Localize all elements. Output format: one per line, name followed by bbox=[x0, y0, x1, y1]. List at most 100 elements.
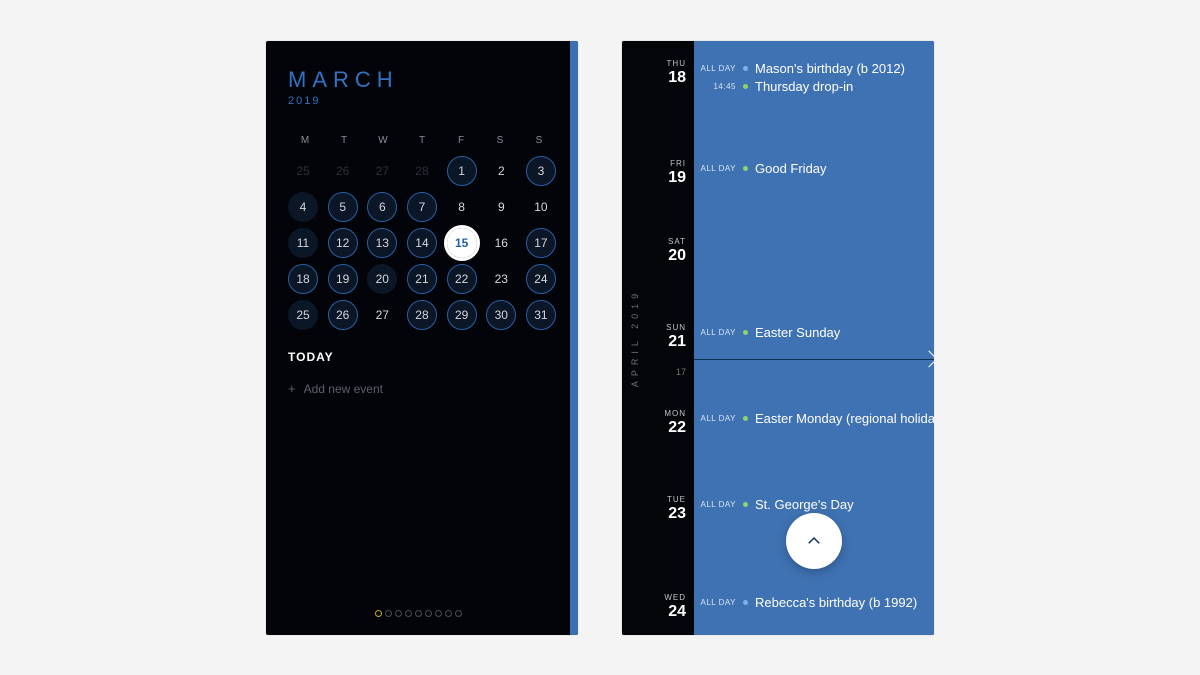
event-time-tag: ALL DAY bbox=[694, 500, 736, 509]
day-cell[interactable]: 4 bbox=[288, 192, 318, 222]
agenda-event[interactable]: ALL DAY Easter Monday (regional holiday) bbox=[694, 411, 934, 426]
month-year: 2019 bbox=[288, 95, 556, 107]
page-dot[interactable] bbox=[405, 610, 412, 617]
day-cell[interactable]: 1 bbox=[447, 156, 477, 186]
event-dot-icon bbox=[743, 502, 748, 507]
page-dot[interactable] bbox=[455, 610, 462, 617]
day-cell[interactable]: 10 bbox=[526, 192, 556, 222]
page-dot[interactable] bbox=[415, 610, 422, 617]
agenda-daynum: 19 bbox=[668, 169, 686, 187]
agenda-dow: SUN bbox=[666, 323, 686, 332]
day-cell[interactable]: 16 bbox=[486, 228, 516, 258]
agenda-dow: SAT bbox=[668, 237, 686, 246]
scroll-up-button[interactable] bbox=[786, 513, 842, 569]
day-cell[interactable]: 29 bbox=[447, 300, 477, 330]
agenda-day-label[interactable]: THU18 bbox=[667, 59, 686, 87]
agenda-day-label[interactable]: SAT20 bbox=[668, 237, 686, 265]
current-time-line bbox=[694, 359, 934, 360]
event-title: Easter Monday (regional holiday) bbox=[755, 411, 934, 426]
day-cell[interactable]: 5 bbox=[328, 192, 358, 222]
event-time-tag: ALL DAY bbox=[694, 164, 736, 173]
agenda-event-column[interactable]: ALL DAYMason's birthday (b 2012) 14:45 Thu… bbox=[694, 41, 934, 635]
day-cell[interactable]: 30 bbox=[486, 300, 516, 330]
agenda-day-label[interactable]: MON22 bbox=[664, 409, 686, 437]
day-cell[interactable]: 7 bbox=[407, 192, 437, 222]
day-cell[interactable]: 18 bbox=[288, 264, 318, 294]
page-dot[interactable] bbox=[375, 610, 382, 617]
event-title: St. George's Day bbox=[755, 497, 854, 512]
phone-month-view: MARCH 2019 MTWTFSS 252627281234567891011… bbox=[266, 41, 578, 635]
weekday-label: T bbox=[329, 135, 359, 146]
day-cell[interactable]: 15 bbox=[447, 228, 477, 258]
day-cell[interactable]: 11 bbox=[288, 228, 318, 258]
month-title: MARCH bbox=[288, 67, 556, 93]
event-title: Thursday drop-in bbox=[755, 79, 853, 94]
day-cell[interactable]: 24 bbox=[526, 264, 556, 294]
agenda-daynum: 21 bbox=[666, 333, 686, 351]
event-time-tag: ALL DAY bbox=[694, 64, 736, 73]
day-cell[interactable]: 9 bbox=[486, 192, 516, 222]
day-cell[interactable]: 28 bbox=[407, 300, 437, 330]
day-cell[interactable]: 14 bbox=[407, 228, 437, 258]
agenda-event[interactable]: ALL DAYRebecca's birthday (b 1992) bbox=[694, 595, 934, 610]
event-dot-icon bbox=[743, 166, 748, 171]
event-dot-icon bbox=[743, 66, 748, 71]
day-cell[interactable]: 8 bbox=[447, 192, 477, 222]
day-cell[interactable]: 26 bbox=[328, 156, 358, 186]
agenda-event[interactable]: 14:45 Thursday drop-in bbox=[694, 79, 934, 94]
page-dot[interactable] bbox=[425, 610, 432, 617]
weekday-label: S bbox=[524, 135, 554, 146]
day-cell[interactable]: 25 bbox=[288, 300, 318, 330]
day-cell[interactable]: 22 bbox=[447, 264, 477, 294]
stage: MARCH 2019 MTWTFSS 252627281234567891011… bbox=[0, 0, 1200, 675]
event-time-tag: ALL DAY bbox=[694, 414, 736, 423]
agenda-day-label[interactable]: FRI19 bbox=[668, 159, 686, 187]
agenda-hour-marker: 17 bbox=[676, 367, 686, 377]
event-title: Rebecca's birthday (b 1992) bbox=[755, 595, 917, 610]
page-dot[interactable] bbox=[385, 610, 392, 617]
page-indicator[interactable] bbox=[266, 610, 570, 617]
chevron-up-icon bbox=[805, 532, 823, 550]
day-cell[interactable]: 23 bbox=[486, 264, 516, 294]
event-time-tag: 14:45 bbox=[694, 82, 736, 91]
page-dot[interactable] bbox=[445, 610, 452, 617]
day-cell[interactable]: 20 bbox=[367, 264, 397, 294]
plus-icon: + bbox=[288, 382, 296, 395]
agenda-day-label[interactable]: SUN21 bbox=[666, 323, 686, 351]
agenda-daynum: 18 bbox=[667, 69, 686, 87]
day-cell[interactable]: 25 bbox=[288, 156, 318, 186]
agenda-day-label[interactable]: TUE23 bbox=[667, 495, 686, 523]
week-row: 25 26 27 28 29 30 31 bbox=[288, 300, 556, 330]
day-cell[interactable]: 6 bbox=[367, 192, 397, 222]
weekday-label: T bbox=[407, 135, 437, 146]
day-cell[interactable]: 21 bbox=[407, 264, 437, 294]
day-cell[interactable]: 2 bbox=[486, 156, 516, 186]
agenda-dow: TUE bbox=[667, 495, 686, 504]
day-cell[interactable]: 19 bbox=[328, 264, 358, 294]
agenda-event[interactable]: ALL DAYMason's birthday (b 2012) bbox=[694, 61, 934, 76]
day-cell[interactable]: 27 bbox=[367, 156, 397, 186]
day-cell[interactable]: 13 bbox=[367, 228, 397, 258]
day-cell[interactable]: 27 bbox=[367, 300, 397, 330]
phone-agenda-view: APRIL 2019 THU18FRI19SAT20SUN21MON22TUE2… bbox=[622, 41, 934, 635]
agenda-day-label[interactable]: WED24 bbox=[664, 593, 686, 621]
week-row: 11 12 13 14 15 16 17 bbox=[288, 228, 556, 258]
day-cell[interactable]: 26 bbox=[328, 300, 358, 330]
agenda-event[interactable]: ALL DAYGood Friday bbox=[694, 161, 934, 176]
today-heading: TODAY bbox=[288, 350, 556, 364]
add-event-button[interactable]: + Add new event bbox=[288, 382, 556, 396]
weekday-label: S bbox=[485, 135, 515, 146]
agenda-daynum: 23 bbox=[667, 505, 686, 523]
agenda-event[interactable]: ALL DAYEaster Sunday bbox=[694, 325, 934, 340]
day-cell[interactable]: 12 bbox=[328, 228, 358, 258]
day-cell[interactable]: 31 bbox=[526, 300, 556, 330]
day-cell[interactable]: 28 bbox=[407, 156, 437, 186]
page-dot[interactable] bbox=[395, 610, 402, 617]
event-time-tag: ALL DAY bbox=[694, 328, 736, 337]
day-cell[interactable]: 3 bbox=[526, 156, 556, 186]
agenda-event[interactable]: ALL DAY St. George's Day bbox=[694, 497, 934, 512]
week-row: 25 26 27 28 123 bbox=[288, 156, 556, 186]
day-cell[interactable]: 17 bbox=[526, 228, 556, 258]
page-dot[interactable] bbox=[435, 610, 442, 617]
add-event-label: Add new event bbox=[304, 382, 383, 396]
